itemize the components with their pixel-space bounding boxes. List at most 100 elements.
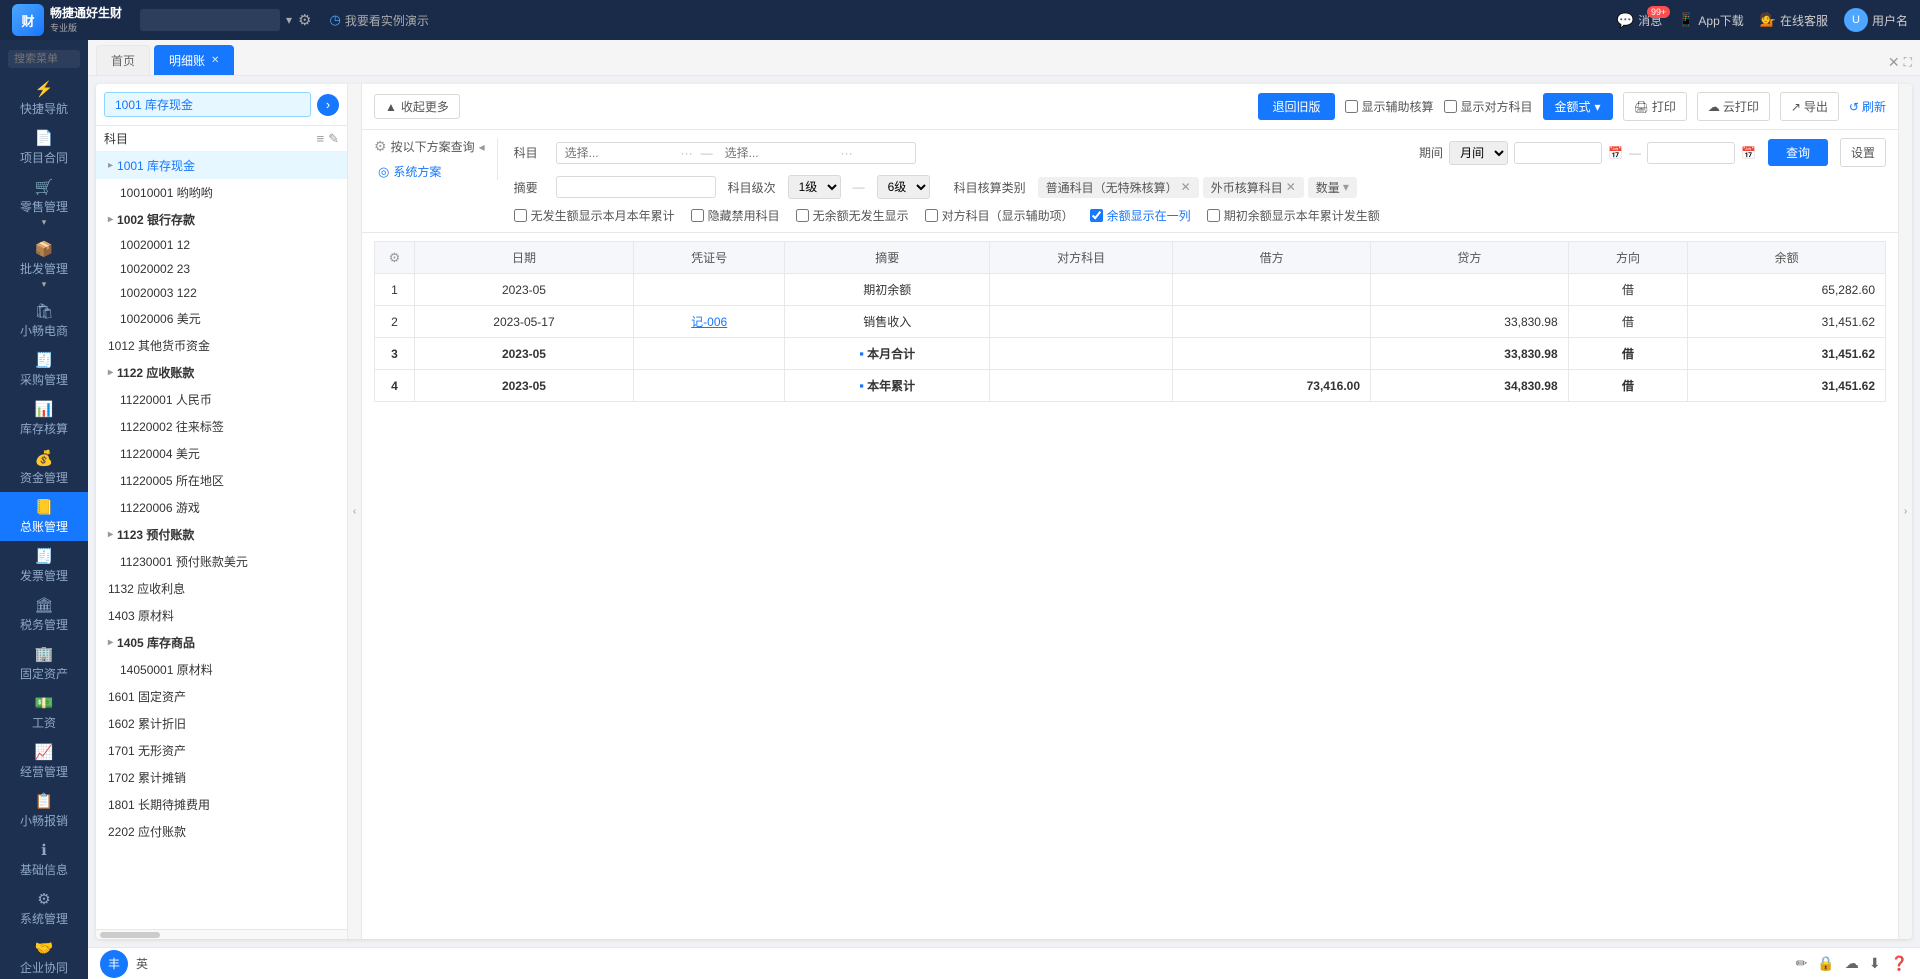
bottom-download-icon[interactable]: ⬇ xyxy=(1869,955,1881,972)
tree-item-1801[interactable]: 1801 长期待摊费用 xyxy=(96,791,347,818)
edit-icon[interactable]: ✎ xyxy=(328,131,339,147)
sidebar-item-invoice[interactable]: 🧾 发票管理 xyxy=(0,541,88,590)
right-panel-collapse[interactable]: › xyxy=(1898,84,1912,939)
tree-item-1405[interactable]: ▸ 1405 库存商品 xyxy=(96,629,347,656)
tab-home[interactable]: 首页 xyxy=(96,45,150,75)
query-btn[interactable]: 查询 xyxy=(1768,139,1828,166)
bottom-lock-icon[interactable]: 🔒 xyxy=(1817,955,1834,972)
cloud-print-btn[interactable]: ☁ 云打印 xyxy=(1697,92,1770,121)
bottom-cloud-icon[interactable]: ☁ xyxy=(1845,955,1859,972)
export-btn[interactable]: ↗ 导出 xyxy=(1780,92,1839,121)
checkbox-no-amount[interactable]: 无发生额显示本月本年累计 xyxy=(514,207,675,224)
collapse-arrow[interactable]: ◂ xyxy=(479,140,485,154)
sidebar-item-funds[interactable]: 💰 资金管理 xyxy=(0,443,88,492)
sidebar-item-tax[interactable]: 🏛 税务管理 xyxy=(0,590,88,639)
table-settings-icon[interactable]: ⚙ xyxy=(389,250,401,265)
tree-item-1702[interactable]: 1702 累计摊销 xyxy=(96,764,347,791)
subject-filter-input1[interactable] xyxy=(557,143,677,163)
tree-item-11220001[interactable]: 11220001 人民币 xyxy=(96,386,347,413)
sidebar-item-cooperation[interactable]: 🤝 企业协同 xyxy=(0,933,88,979)
type-tag1[interactable]: 普通科目（无特殊核算） ✕ xyxy=(1038,177,1199,198)
bottom-edit-icon[interactable]: ✏ xyxy=(1796,955,1808,972)
back-to-old-btn[interactable]: 退回旧版 xyxy=(1258,93,1334,120)
tree-item-10020002[interactable]: 10020002 23 xyxy=(96,257,347,281)
tree-item-1123[interactable]: ▸ 1123 预付账款 xyxy=(96,521,347,548)
sidebar-item-expense[interactable]: 📋 小畅报销 xyxy=(0,786,88,835)
sidebar-item-ecommerce[interactable]: 🛍 小畅电商 xyxy=(0,296,88,345)
settings-btn[interactable]: 设置 xyxy=(1840,138,1886,167)
account-nav-btn[interactable]: › xyxy=(317,94,339,116)
tree-item-10020001[interactable]: 10020001 12 xyxy=(96,233,347,257)
print-btn[interactable]: 🖨 打印 xyxy=(1623,92,1687,121)
tree-item-1132[interactable]: 1132 应收利息 xyxy=(96,575,347,602)
sidebar-item-system[interactable]: ⚙ 系统管理 xyxy=(0,884,88,933)
tab-close-icon[interactable]: ✕ xyxy=(211,55,219,66)
tree-item-10010001[interactable]: 10010001 哟哟哟 xyxy=(96,179,347,206)
table-row-voucher-2[interactable]: 记-006 xyxy=(633,306,785,338)
show-contra-checkbox[interactable]: 显示对方科目 xyxy=(1444,98,1533,115)
tree-item-2202[interactable]: 2202 应付账款 xyxy=(96,818,347,845)
tree-item-14050001[interactable]: 14050001 原材料 xyxy=(96,656,347,683)
sidebar-item-fixed-assets[interactable]: 🏢 固定资产 xyxy=(0,639,88,688)
tree-item-1601[interactable]: 1601 固定资产 xyxy=(96,683,347,710)
period-start-input[interactable]: 2023-05 xyxy=(1514,142,1602,164)
tree-item-1012[interactable]: 1012 其他货币资金 xyxy=(96,332,347,359)
topbar-online-service[interactable]: 💁 在线客服 xyxy=(1760,12,1828,29)
type-tag2[interactable]: 外币核算科目 ✕ xyxy=(1203,177,1304,198)
tab-ledger-detail[interactable]: 明细账 ✕ xyxy=(154,45,234,75)
refresh-btn[interactable]: ↺ 刷新 xyxy=(1849,98,1886,115)
tree-item-11220002[interactable]: 11220002 往来标签 xyxy=(96,413,347,440)
expand-more-btn[interactable]: ▲ 收起更多 xyxy=(374,94,460,119)
jine-btn[interactable]: 金额式 ▾ xyxy=(1543,93,1613,120)
subject-filter-input2[interactable] xyxy=(717,143,837,163)
filter-icon[interactable]: ⚙ xyxy=(374,138,387,155)
tree-item-10020003[interactable]: 10020003 122 xyxy=(96,281,347,305)
topbar-search-input[interactable] xyxy=(140,9,280,31)
topbar-demo[interactable]: ◷ 我要看实例演示 xyxy=(330,12,429,29)
list-view-icon[interactable]: ≡ xyxy=(317,131,325,147)
sidebar-item-retail[interactable]: 🛒 零售管理 ▾ xyxy=(0,172,88,234)
show-aux-calc-checkbox[interactable]: 显示辅助核算 xyxy=(1345,98,1434,115)
bottom-help-icon[interactable]: ❓ xyxy=(1891,955,1908,972)
summary-input[interactable] xyxy=(556,176,716,198)
tree-item-1002[interactable]: ▸ 1002 银行存款 xyxy=(96,206,347,233)
checkbox-contra[interactable]: 对方科目（显示辅助项） xyxy=(925,207,1074,224)
sidebar-item-wholesale[interactable]: 📦 批发管理 ▾ xyxy=(0,234,88,296)
sidebar-item-quick-nav[interactable]: ⚡ 快捷导航 xyxy=(0,74,88,123)
tree-item-1701[interactable]: 1701 无形资产 xyxy=(96,737,347,764)
sidebar-item-search[interactable] xyxy=(0,44,88,74)
sidebar-item-project[interactable]: 📄 项目合同 xyxy=(0,123,88,172)
topbar-app-download[interactable]: 📱 App下载 xyxy=(1678,12,1744,29)
topbar-message[interactable]: 💬 消息 99+ xyxy=(1617,12,1662,29)
level-end-select[interactable]: 6级 xyxy=(877,175,930,199)
left-panel-collapse[interactable]: ‹ xyxy=(348,84,362,939)
period-range-icon[interactable]: 📅 xyxy=(1608,146,1623,160)
topbar-dropdown-icon[interactable]: ▾ xyxy=(286,13,292,27)
level-start-select[interactable]: 1级 xyxy=(788,175,841,199)
bottom-action-btn[interactable]: 丰 xyxy=(100,950,128,978)
tree-item-10020006[interactable]: 10020006 美元 xyxy=(96,305,347,332)
period-freq-select[interactable]: 月间 xyxy=(1449,141,1508,165)
tree-item-11230001[interactable]: 11230001 预付账款美元 xyxy=(96,548,347,575)
tab-maximize-icon[interactable]: ⛶ xyxy=(1904,55,1912,70)
tab-close-all-icon[interactable]: ✕ xyxy=(1888,54,1900,71)
period-end-input[interactable]: 2023-05 xyxy=(1647,142,1735,164)
topbar-user[interactable]: U 用户名 xyxy=(1844,8,1908,32)
sidebar-item-basic[interactable]: ℹ 基础信息 xyxy=(0,835,88,884)
checkbox-hide-disabled[interactable]: 隐藏禁用科目 xyxy=(691,207,780,224)
sidebar-item-inventory[interactable]: 📊 库存核算 xyxy=(0,394,88,443)
sidebar-item-ledger[interactable]: 📒 总账管理 xyxy=(0,492,88,541)
sidebar-item-salary[interactable]: 💵 工资 xyxy=(0,688,88,737)
checkbox-initial-balance[interactable]: 期初余额显示本年累计发生额 xyxy=(1207,207,1380,224)
tree-item-1001[interactable]: ▸ 1001 库存现金 xyxy=(96,152,347,179)
checkbox-no-balance[interactable]: 无余额无发生显示 xyxy=(796,207,909,224)
bottom-lang-btn[interactable]: 英 xyxy=(136,955,148,972)
tree-item-11220004[interactable]: 11220004 美元 xyxy=(96,440,347,467)
sidebar-item-purchase[interactable]: 🧾 采购管理 xyxy=(0,345,88,394)
system-scheme[interactable]: ◎ 系统方案 xyxy=(374,163,485,180)
sidebar-item-management[interactable]: 📈 经营管理 xyxy=(0,737,88,786)
tree-item-11220006[interactable]: 11220006 游戏 xyxy=(96,494,347,521)
tree-item-11220005[interactable]: 11220005 所在地区 xyxy=(96,467,347,494)
checkbox-balance-one-col[interactable]: 余额显示在一列 xyxy=(1090,207,1191,224)
type-tag3[interactable]: 数量 ▾ xyxy=(1308,177,1357,198)
